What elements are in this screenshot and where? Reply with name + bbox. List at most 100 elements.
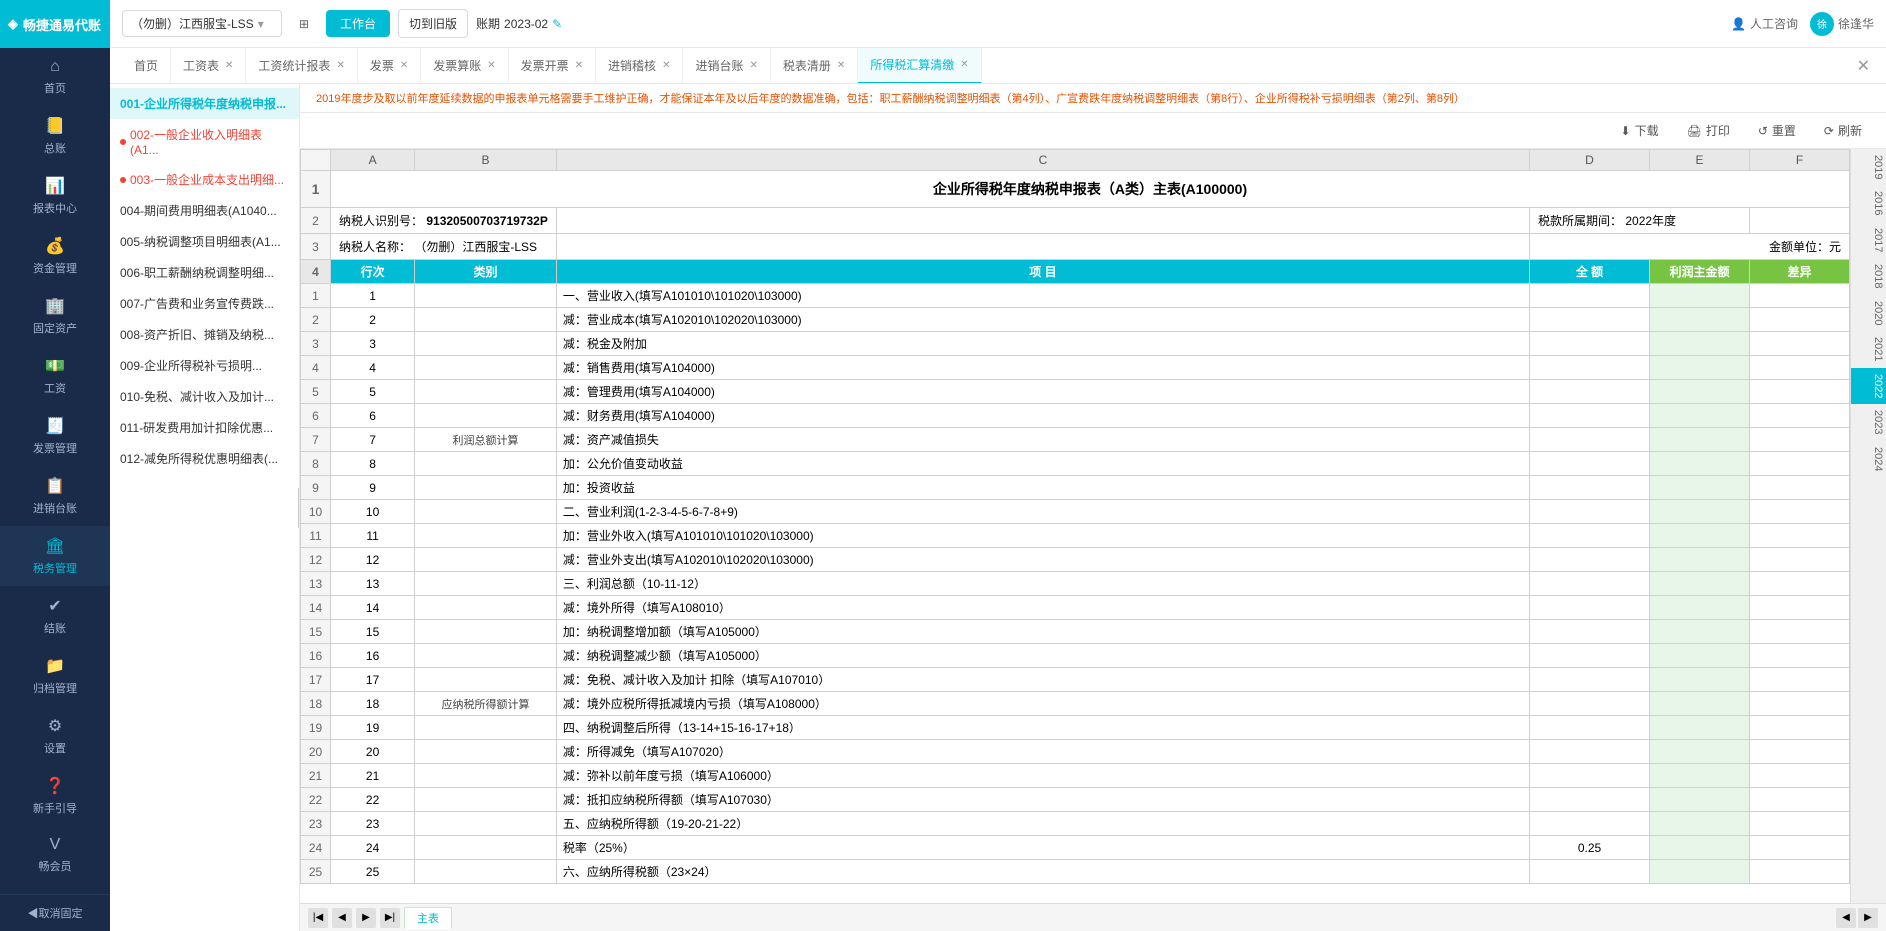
cell-diff-14[interactable] <box>1750 620 1850 644</box>
cell-profit-0[interactable] <box>1650 284 1750 308</box>
cell-item-11[interactable]: 减：营业外支出(填写A102010\102020\103000) <box>556 548 1529 572</box>
cell-profit-22[interactable] <box>1650 812 1750 836</box>
cell-profit-10[interactable] <box>1650 524 1750 548</box>
cell-diff-13[interactable] <box>1750 596 1850 620</box>
cell-profit-5[interactable] <box>1650 404 1750 428</box>
form-list-item-002[interactable]: 002-一般企业收入明细表(A1... <box>110 119 299 164</box>
sidebar-item-tax[interactable]: 🏛税务管理 <box>0 526 110 586</box>
refresh-button[interactable]: ⟳ 刷新 <box>1816 119 1870 142</box>
form-list-item-012[interactable]: 012-减免所得税优惠明细表(... <box>110 443 299 474</box>
cell-amount-3[interactable] <box>1530 356 1650 380</box>
cell-diff-19[interactable] <box>1750 740 1850 764</box>
timeline-year-2016[interactable]: 2016 <box>1851 185 1886 221</box>
company-selector[interactable]: （勿删）江西服宝-LSS ▾ <box>122 10 282 37</box>
cell-hangci-9[interactable]: 10 <box>331 500 415 524</box>
cell-item-20[interactable]: 减：弥补以前年度亏损（填写A106000） <box>556 764 1529 788</box>
cell-profit-13[interactable] <box>1650 596 1750 620</box>
cell-diff-20[interactable] <box>1750 764 1850 788</box>
cell-profit-2[interactable] <box>1650 332 1750 356</box>
tab-close-invoice_mgr[interactable]: ✕ <box>400 60 408 71</box>
cell-amount-9[interactable] <box>1530 500 1650 524</box>
cell-item-17[interactable]: 减：境外应税所得抵减境内亏损（填写A108000） <box>556 692 1529 716</box>
cell-amount-8[interactable] <box>1530 476 1650 500</box>
cell-hangci-3[interactable]: 4 <box>331 356 415 380</box>
tab-close-tax_clear[interactable]: ✕ <box>837 60 845 71</box>
cell-profit-23[interactable] <box>1650 836 1750 860</box>
tab-tax_clear[interactable]: 税表清册✕ <box>771 48 858 84</box>
cell-amount-7[interactable] <box>1530 452 1650 476</box>
print-button[interactable]: 🖨 打印 <box>1679 119 1738 142</box>
tab-salary_stat[interactable]: 工资统计报表✕ <box>246 48 357 84</box>
sidebar-item-member[interactable]: V畅会员 <box>0 826 110 884</box>
form-list-item-006[interactable]: 006-职工薪酬纳税调整明细... <box>110 257 299 288</box>
cell-hangci-1[interactable]: 2 <box>331 308 415 332</box>
tab-in_check[interactable]: 进销稽核✕ <box>596 48 683 84</box>
cell-hangci-8[interactable]: 9 <box>331 476 415 500</box>
cell-item-7[interactable]: 加：公允价值变动收益 <box>556 452 1529 476</box>
tab-close-invoice_open[interactable]: ✕ <box>575 60 583 71</box>
form-list-item-010[interactable]: 010-免税、减计收入及加计... <box>110 381 299 412</box>
cell-amount-10[interactable] <box>1530 524 1650 548</box>
cell-item-14[interactable]: 加：纳税调整增加额（填写A105000） <box>556 620 1529 644</box>
cell-item-18[interactable]: 四、纳税调整后所得（13-14+15-16-17+18） <box>556 716 1529 740</box>
cell-profit-17[interactable] <box>1650 692 1750 716</box>
cell-hangci-24[interactable]: 25 <box>331 860 415 884</box>
cell-profit-19[interactable] <box>1650 740 1750 764</box>
prev-sheet-button[interactable]: ◀ <box>332 908 352 928</box>
form-list-item-011[interactable]: 011-研发费用加计扣除优惠... <box>110 412 299 443</box>
cell-hangci-15[interactable]: 16 <box>331 644 415 668</box>
reset-button[interactable]: ↺ 重置 <box>1750 119 1804 142</box>
cell-hangci-0[interactable]: 1 <box>331 284 415 308</box>
first-sheet-button[interactable]: |◀ <box>308 908 328 928</box>
workbench-button[interactable]: 工作台 <box>326 10 390 37</box>
cell-diff-11[interactable] <box>1750 548 1850 572</box>
cell-diff-6[interactable] <box>1750 428 1850 452</box>
cell-item-10[interactable]: 加：营业外收入(填写A101010\101020\103000) <box>556 524 1529 548</box>
sidebar-item-settings[interactable]: ⚙设置 <box>0 706 110 766</box>
cell-amount-15[interactable] <box>1530 644 1650 668</box>
tab-close-invoice_calc[interactable]: ✕ <box>487 60 495 71</box>
cell-hangci-11[interactable]: 12 <box>331 548 415 572</box>
cell-diff-0[interactable] <box>1750 284 1850 308</box>
cell-hangci-10[interactable]: 11 <box>331 524 415 548</box>
timeline-year-2024[interactable]: 2024 <box>1851 441 1886 477</box>
cell-item-9[interactable]: 二、营业利润(1-2-3-4-5-6-7-8+9) <box>556 500 1529 524</box>
cell-amount-16[interactable] <box>1530 668 1650 692</box>
cell-profit-21[interactable] <box>1650 788 1750 812</box>
tab-close-salary_stat[interactable]: ✕ <box>336 60 344 71</box>
cell-profit-15[interactable] <box>1650 644 1750 668</box>
sidebar-item-asset[interactable]: 🏢固定资产 <box>0 286 110 346</box>
sidebar-item-salary[interactable]: 💵工资 <box>0 346 110 406</box>
form-list-item-005[interactable]: 005-纳税调整项目明细表(A1... <box>110 226 299 257</box>
cell-profit-16[interactable] <box>1650 668 1750 692</box>
cell-diff-12[interactable] <box>1750 572 1850 596</box>
cell-item-5[interactable]: 减：财务费用(填写A104000) <box>556 404 1529 428</box>
cell-diff-17[interactable] <box>1750 692 1850 716</box>
cell-hangci-17[interactable]: 18 <box>331 692 415 716</box>
sidebar-item-home[interactable]: ⌂首页 <box>0 48 110 106</box>
collapse-panel-button[interactable]: ◀ <box>298 488 300 528</box>
cell-profit-8[interactable] <box>1650 476 1750 500</box>
cell-item-21[interactable]: 减：抵扣应纳税所得额（填写A107030） <box>556 788 1529 812</box>
cell-amount-18[interactable] <box>1530 716 1650 740</box>
customer-service[interactable]: 👤 人工咨询 <box>1731 15 1798 32</box>
cell-diff-15[interactable] <box>1750 644 1850 668</box>
cell-hangci-2[interactable]: 3 <box>331 332 415 356</box>
cell-profit-14[interactable] <box>1650 620 1750 644</box>
cell-hangci-19[interactable]: 20 <box>331 740 415 764</box>
sidebar-item-invoice[interactable]: 🧾发票管理 <box>0 406 110 466</box>
user-profile[interactable]: 徐 徐逢华 <box>1810 12 1874 36</box>
cell-diff-7[interactable] <box>1750 452 1850 476</box>
cell-profit-9[interactable] <box>1650 500 1750 524</box>
cell-diff-4[interactable] <box>1750 380 1850 404</box>
timeline-year-2017[interactable]: 2017 <box>1851 222 1886 258</box>
cell-amount-0[interactable] <box>1530 284 1650 308</box>
cell-amount-13[interactable] <box>1530 596 1650 620</box>
cell-hangci-21[interactable]: 22 <box>331 788 415 812</box>
cell-amount-1[interactable] <box>1530 308 1650 332</box>
cell-profit-7[interactable] <box>1650 452 1750 476</box>
cell-diff-8[interactable] <box>1750 476 1850 500</box>
sidebar-item-guide[interactable]: ❓新手引导 <box>0 766 110 826</box>
form-list-item-009[interactable]: 009-企业所得税补亏损明... <box>110 350 299 381</box>
cell-hangci-18[interactable]: 19 <box>331 716 415 740</box>
